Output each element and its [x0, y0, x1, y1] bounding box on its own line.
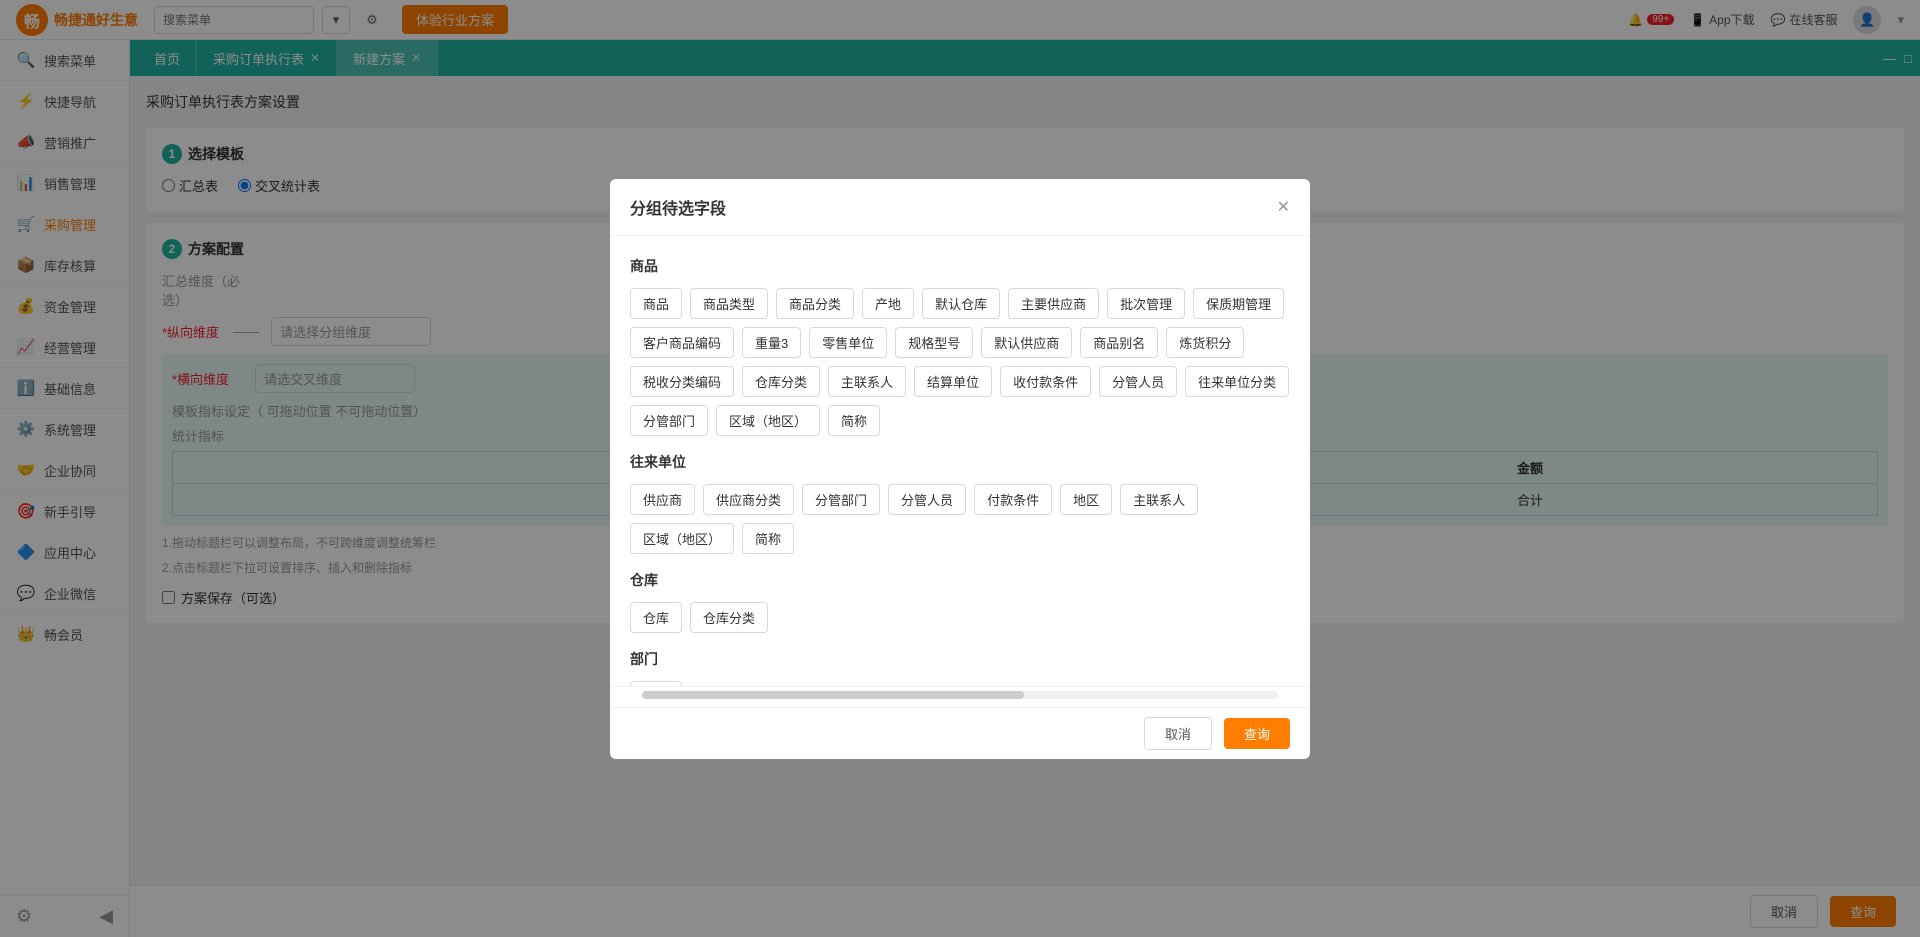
field-tag[interactable]: 产地 — [862, 288, 914, 319]
field-tags-仓库: 仓库仓库分类 — [630, 602, 1290, 633]
field-tag[interactable]: 付款条件 — [974, 484, 1052, 515]
field-tag[interactable]: 商品别名 — [1080, 327, 1158, 358]
field-tag[interactable]: 重量3 — [742, 327, 801, 358]
modal-overlay: 分组待选字段 ✕ 商品商品商品类型商品分类产地默认仓库主要供应商批次管理保质期管… — [0, 0, 1920, 937]
field-tag[interactable]: 区域（地区） — [716, 405, 820, 436]
field-tag[interactable]: 主联系人 — [1120, 484, 1198, 515]
field-tag[interactable]: 分管部门 — [802, 484, 880, 515]
modal-hscroll[interactable] — [642, 691, 1278, 699]
field-tags-商品: 商品商品类型商品分类产地默认仓库主要供应商批次管理保质期管理客户商品编码重量3 零… — [630, 288, 1290, 436]
field-tag[interactable]: 商品类型 — [690, 288, 768, 319]
modal-dialog: 分组待选字段 ✕ 商品商品商品类型商品分类产地默认仓库主要供应商批次管理保质期管… — [610, 179, 1310, 759]
field-section-仓库: 仓库 — [630, 570, 1290, 590]
field-tag[interactable]: 简称 — [828, 405, 880, 436]
field-tag[interactable]: 炼货积分 — [1166, 327, 1244, 358]
field-tag[interactable]: 主要供应商 — [1008, 288, 1099, 319]
field-tag[interactable]: 分管人员 — [1099, 366, 1177, 397]
field-tag[interactable]: 零售单位 — [809, 327, 887, 358]
field-tag[interactable]: 往来单位分类 — [1185, 366, 1289, 397]
field-tag[interactable]: 仓库分类 — [742, 366, 820, 397]
field-tag[interactable]: 分管人员 — [888, 484, 966, 515]
modal-hscroll-thumb — [642, 691, 1024, 699]
field-tag[interactable]: 简称 — [742, 523, 794, 554]
field-tags-往来单位: 供应商供应商分类分管部门分管人员付款条件地区主联系人区域（地区） 简称 — [630, 484, 1290, 554]
field-section-商品: 商品 — [630, 256, 1290, 276]
field-tag[interactable]: 默认仓库 — [922, 288, 1000, 319]
field-tag[interactable]: 分管部门 — [630, 405, 708, 436]
field-tag[interactable]: 主联系人 — [828, 366, 906, 397]
modal-header: 分组待选字段 ✕ — [610, 179, 1310, 236]
field-tag[interactable]: 客户商品编码 — [630, 327, 734, 358]
field-section-部门: 部门 — [630, 649, 1290, 669]
field-tag[interactable]: 批次管理 — [1107, 288, 1185, 319]
modal-footer: 取消 查询 — [610, 707, 1310, 759]
field-tag[interactable]: 保质期管理 — [1193, 288, 1284, 319]
field-tag[interactable]: 供应商 — [630, 484, 695, 515]
field-tag[interactable]: 商品 — [630, 288, 682, 319]
field-tag[interactable]: 供应商分类 — [703, 484, 794, 515]
modal-cancel-button[interactable]: 取消 — [1144, 717, 1212, 750]
field-tag[interactable]: 收付款条件 — [1000, 366, 1091, 397]
field-tag[interactable]: 税收分类编码 — [630, 366, 734, 397]
field-tag[interactable]: 区域（地区） — [630, 523, 734, 554]
field-tag[interactable]: 仓库分类 — [690, 602, 768, 633]
field-tag[interactable]: 商品分类 — [776, 288, 854, 319]
field-tag[interactable]: 地区 — [1060, 484, 1112, 515]
field-tag[interactable]: 默认供应商 — [981, 327, 1072, 358]
modal-body: 商品商品商品类型商品分类产地默认仓库主要供应商批次管理保质期管理客户商品编码重量… — [610, 236, 1310, 686]
field-tag[interactable]: 规格型号 — [895, 327, 973, 358]
modal-confirm-button[interactable]: 查询 — [1224, 718, 1290, 749]
field-section-往来单位: 往来单位 — [630, 452, 1290, 472]
field-tag[interactable]: 结算单位 — [914, 366, 992, 397]
field-tag[interactable]: 仓库 — [630, 602, 682, 633]
modal-title: 分组待选字段 — [630, 195, 726, 219]
modal-close-button[interactable]: ✕ — [1277, 197, 1290, 217]
modal-hscroll-area — [610, 686, 1310, 707]
